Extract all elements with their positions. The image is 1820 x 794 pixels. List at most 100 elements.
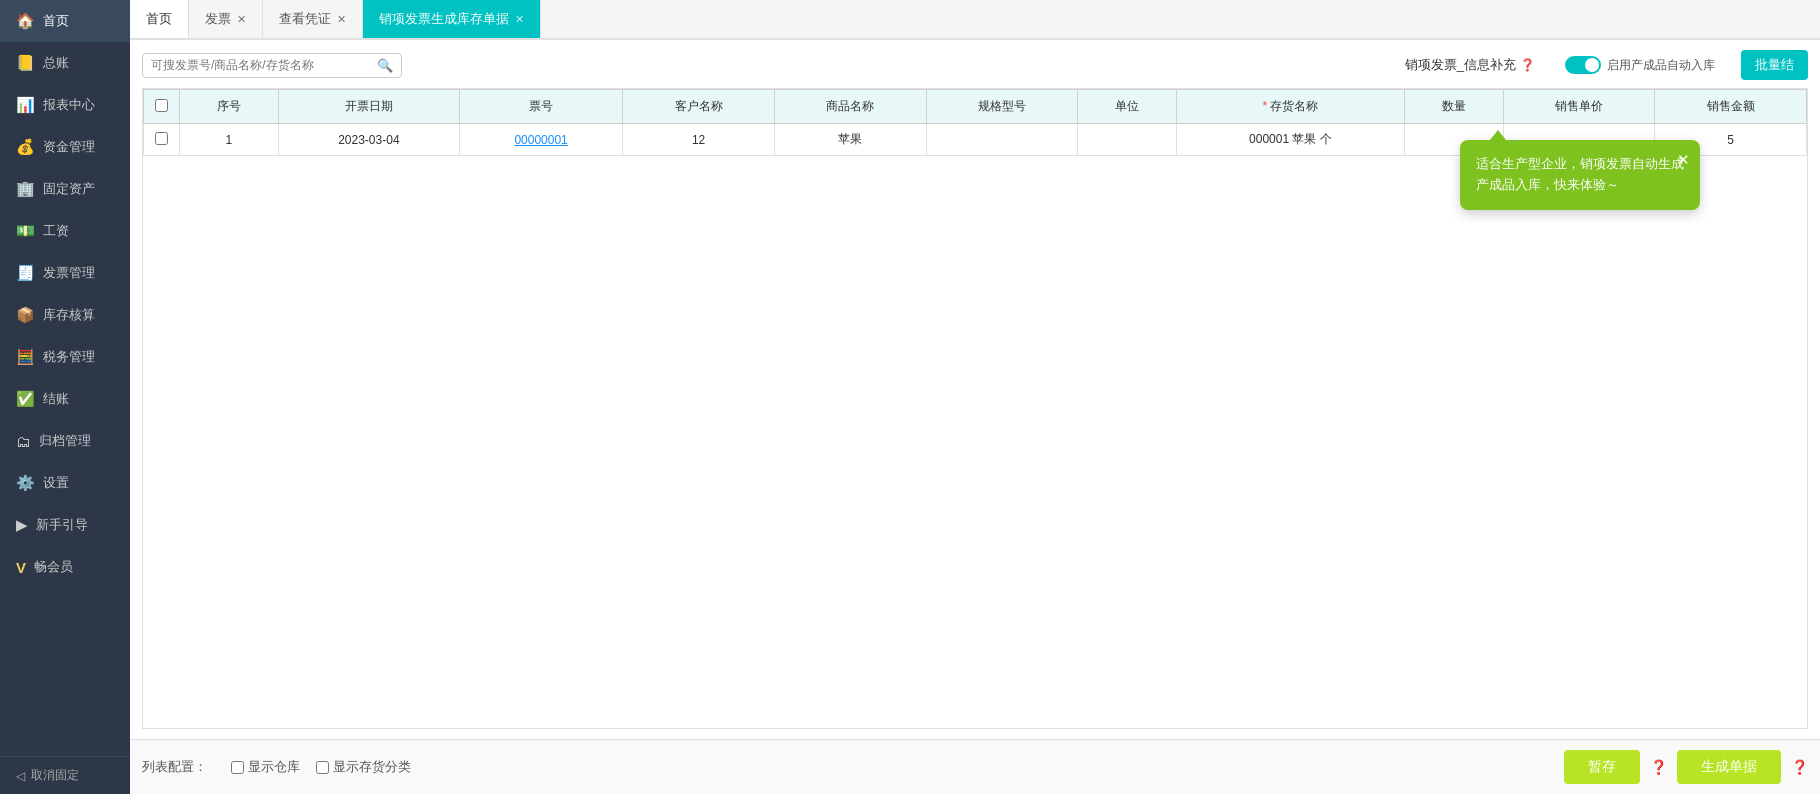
show-category-label[interactable]: 显示存货分类 (316, 758, 411, 776)
sidebar-item-vip[interactable]: V 畅会员 (0, 546, 130, 588)
tab-invoice-close[interactable]: ✕ (237, 13, 246, 26)
info-help-icon[interactable]: ❓ (1520, 58, 1535, 72)
sidebar-item-home[interactable]: 🏠 首页 (0, 0, 130, 42)
header-qty: 数量 (1404, 90, 1503, 124)
sidebar-label-settings: 设置 (43, 474, 69, 492)
toggle-knob (1585, 58, 1599, 72)
header-seq: 序号 (180, 90, 279, 124)
sidebar-label-home: 首页 (43, 12, 69, 30)
header-ticket-no: 票号 (459, 90, 622, 124)
header-goods-name: 商品名称 (774, 90, 926, 124)
row-customer: 12 (623, 124, 775, 156)
tab-home[interactable]: 首页 (130, 0, 189, 38)
sidebar-label-vip: 畅会员 (34, 558, 73, 576)
sidebar-label-invoice-mgmt: 发票管理 (43, 264, 95, 282)
sidebar-label-general-ledger: 总账 (43, 54, 69, 72)
tooltip-arrow (1490, 130, 1506, 140)
header-unit-price: 销售单价 (1503, 90, 1655, 124)
tab-home-label: 首页 (146, 10, 172, 28)
tab-stock-slip-label: 销项发票生成库存单据 (379, 10, 509, 28)
row-checkbox[interactable] (144, 124, 180, 156)
funds-icon: 💰 (16, 138, 35, 156)
tab-invoice[interactable]: 发票 ✕ (189, 0, 263, 38)
row-ticket-no[interactable]: 00000001 (459, 124, 622, 156)
tab-invoice-label: 发票 (205, 10, 231, 28)
sidebar-item-funds[interactable]: 💰 资金管理 (0, 126, 130, 168)
sidebar-item-newbie[interactable]: ▶ 新手引导 (0, 504, 130, 546)
sidebar-item-invoice-mgmt[interactable]: 🧾 发票管理 (0, 252, 130, 294)
row-inventory-name: 000001 苹果 个 (1176, 124, 1404, 156)
tooltip-close-button[interactable]: ✕ (1677, 148, 1690, 172)
settings-icon: ⚙️ (16, 474, 35, 492)
tab-voucher[interactable]: 查看凭证 ✕ (263, 0, 363, 38)
fixed-assets-icon: 🏢 (16, 180, 35, 198)
header-inventory-name: 存货名称 (1176, 90, 1404, 124)
toggle-group: 启用产成品自动入库 (1565, 56, 1715, 74)
sidebar-label-payroll: 工资 (43, 222, 69, 240)
show-warehouse-checkbox[interactable] (231, 761, 244, 774)
cancel-fixed-label: 取消固定 (31, 767, 79, 784)
generate-button[interactable]: 生成单据 (1677, 750, 1781, 784)
generate-help-icon[interactable]: ❓ (1791, 759, 1808, 775)
ledger-icon: 📒 (16, 54, 35, 72)
sidebar-item-tax-mgmt[interactable]: 🧮 税务管理 (0, 336, 130, 378)
show-category-text: 显示存货分类 (333, 758, 411, 776)
cancel-fixed-action[interactable]: ◁ 取消固定 (0, 756, 130, 794)
tab-voucher-close[interactable]: ✕ (337, 13, 346, 26)
sidebar-label-newbie: 新手引导 (36, 516, 88, 534)
tooltip-popup: ✕ 适合生产型企业，销项发票自动生成产成品入库，快来体验～ (1460, 140, 1700, 210)
sidebar-item-fixed-assets[interactable]: 🏢 固定资产 (0, 168, 130, 210)
newbie-icon: ▶ (16, 516, 28, 534)
sidebar-label-reports: 报表中心 (43, 96, 95, 114)
show-warehouse-label[interactable]: 显示仓库 (231, 758, 300, 776)
info-label: 销项发票_信息补充 ❓ (1405, 56, 1535, 74)
toggle-switch[interactable] (1565, 56, 1601, 74)
toggle-label: 启用产成品自动入库 (1607, 57, 1715, 74)
batch-button[interactable]: 批量结 (1741, 50, 1808, 80)
content-area: 🔍 销项发票_信息补充 ❓ 启用产成品自动入库 批量结 (130, 40, 1820, 739)
header-unit: 单位 (1078, 90, 1177, 124)
toolbar: 🔍 销项发票_信息补充 ❓ 启用产成品自动入库 批量结 (142, 50, 1808, 80)
header-spec: 规格型号 (926, 90, 1078, 124)
sidebar-label-checkout: 结账 (43, 390, 69, 408)
sidebar-label-tax-mgmt: 税务管理 (43, 348, 95, 366)
tab-stock-slip-close[interactable]: ✕ (515, 13, 524, 26)
sidebar-label-fixed-assets: 固定资产 (43, 180, 95, 198)
checkout-icon: ✅ (16, 390, 35, 408)
home-icon: 🏠 (16, 12, 35, 30)
bottom-bar: 列表配置： 显示仓库 显示存货分类 暂存 ❓ 生成单据 ❓ (130, 739, 1820, 794)
sidebar-label-funds: 资金管理 (43, 138, 95, 156)
search-icon: 🔍 (377, 58, 393, 73)
header-amount: 销售金额 (1655, 90, 1807, 124)
vip-icon: V (16, 559, 26, 576)
select-all-checkbox[interactable] (155, 99, 168, 112)
invoice-mgmt-icon: 🧾 (16, 264, 35, 282)
row-spec (926, 124, 1078, 156)
sidebar-label-inventory: 库存核算 (43, 306, 95, 324)
sidebar-label-archive-mgmt: 归档管理 (39, 432, 91, 450)
reports-icon: 📊 (16, 96, 35, 114)
search-box[interactable]: 🔍 (142, 53, 402, 78)
sidebar-item-checkout[interactable]: ✅ 结账 (0, 378, 130, 420)
cancel-fixed-icon: ◁ (16, 769, 25, 783)
save-help-icon[interactable]: ❓ (1650, 759, 1667, 775)
sidebar-item-payroll[interactable]: 💵 工资 (0, 210, 130, 252)
tab-voucher-label: 查看凭证 (279, 10, 331, 28)
search-input[interactable] (151, 58, 373, 72)
sidebar-item-inventory[interactable]: 📦 库存核算 (0, 294, 130, 336)
row-select-checkbox[interactable] (155, 132, 168, 145)
info-label-text: 销项发票_信息补充 (1405, 56, 1516, 74)
sidebar-item-general-ledger[interactable]: 📒 总账 (0, 42, 130, 84)
inventory-icon: 📦 (16, 306, 35, 324)
bottom-actions: 暂存 ❓ 生成单据 ❓ (1564, 750, 1808, 784)
tax-mgmt-icon: 🧮 (16, 348, 35, 366)
sidebar: 🏠 首页 📒 总账 📊 报表中心 💰 资金管理 🏢 固定资产 💵 工资 🧾 发票… (0, 0, 130, 794)
tab-stock-slip[interactable]: 销项发票生成库存单据 ✕ (363, 0, 541, 38)
header-date: 开票日期 (278, 90, 459, 124)
tooltip-text: 适合生产型企业，销项发票自动生成产成品入库，快来体验～ (1476, 156, 1684, 192)
save-button[interactable]: 暂存 (1564, 750, 1640, 784)
sidebar-item-settings[interactable]: ⚙️ 设置 (0, 462, 130, 504)
sidebar-item-reports[interactable]: 📊 报表中心 (0, 84, 130, 126)
show-category-checkbox[interactable] (316, 761, 329, 774)
sidebar-item-archive-mgmt[interactable]: 🗂 归档管理 (0, 420, 130, 462)
